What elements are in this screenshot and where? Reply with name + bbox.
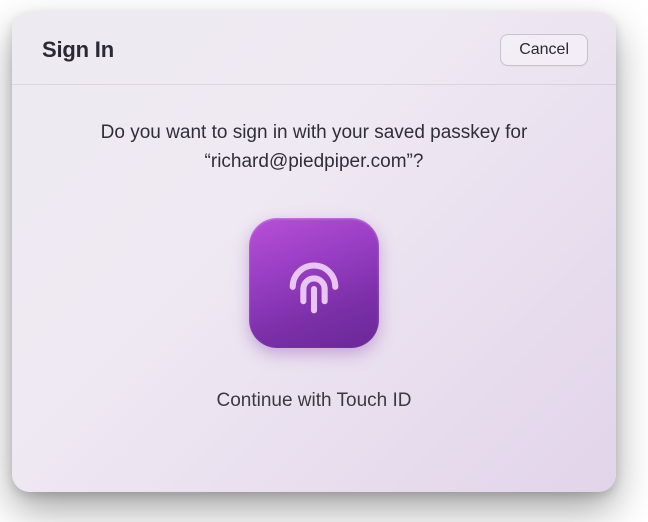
dialog-title: Sign In bbox=[42, 37, 114, 63]
sign-in-dialog: Sign In Cancel Do you want to sign in wi… bbox=[12, 12, 616, 492]
dialog-header: Sign In Cancel bbox=[12, 12, 616, 85]
touch-id-instruction: Continue with Touch ID bbox=[216, 390, 411, 412]
touch-id-button[interactable] bbox=[249, 218, 379, 348]
passkey-prompt-text: Do you want to sign in with your saved p… bbox=[64, 119, 564, 176]
dialog-content: Do you want to sign in with your saved p… bbox=[12, 85, 616, 492]
fingerprint-icon bbox=[276, 245, 352, 321]
cancel-button[interactable]: Cancel bbox=[500, 34, 588, 66]
